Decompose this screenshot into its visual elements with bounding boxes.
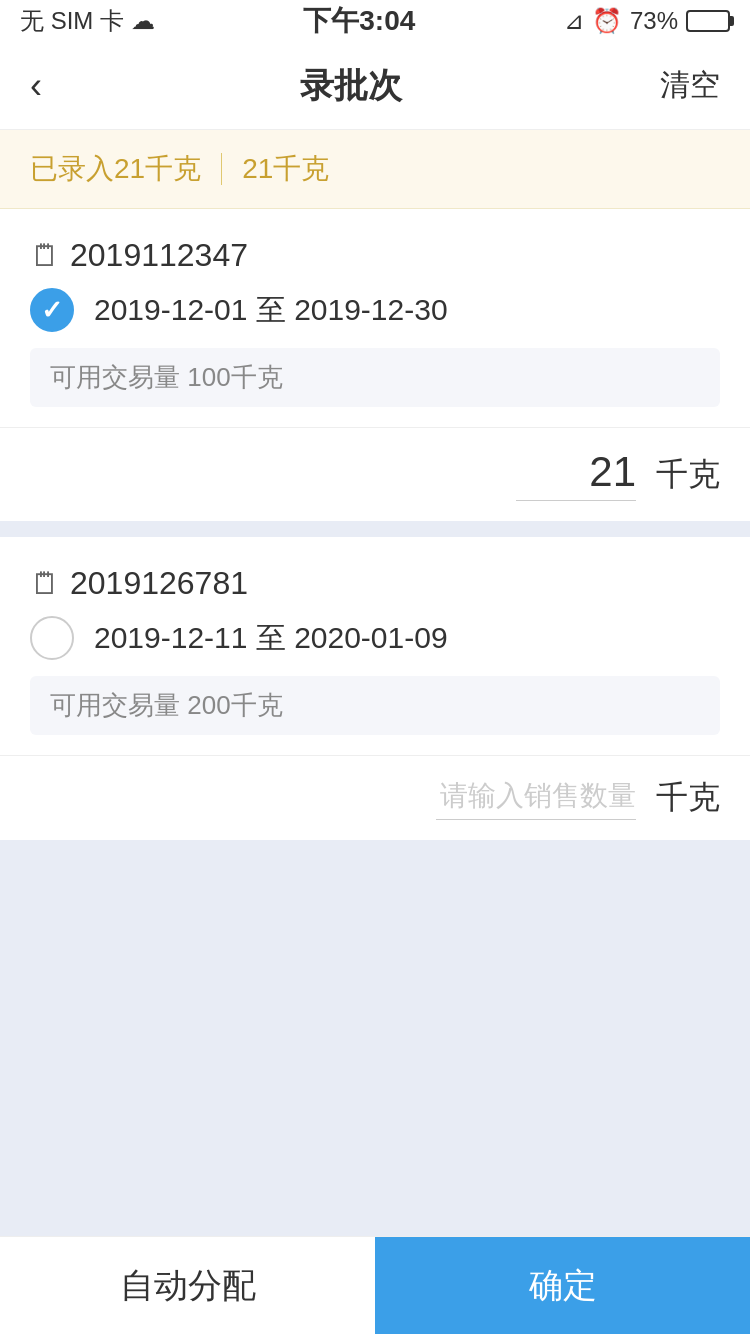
- clear-button[interactable]: 清空: [660, 65, 720, 106]
- status-time: 下午3:04: [303, 2, 415, 40]
- summary-label: 已录入21千克: [30, 150, 201, 188]
- quantity-input-row-2: 请输入销售数量 千克: [0, 755, 750, 840]
- sim-label: 无 SIM 卡 ☁: [20, 5, 155, 37]
- page-title: 录批次: [300, 63, 402, 109]
- batch-header-2: 🗒 2019126781: [30, 565, 720, 602]
- batch-avail-row-2: 可用交易量 200千克: [30, 676, 720, 755]
- quantity-value-1: 21: [589, 448, 636, 495]
- confirm-button[interactable]: 确定: [375, 1237, 750, 1334]
- batch-card-1: 🗒 2019112347 2019-12-01 至 2019-12-30 可用交…: [0, 209, 750, 427]
- radio-button-1[interactable]: [30, 288, 74, 332]
- empty-area: [0, 840, 750, 1240]
- batch-card-2: 🗒 2019126781 2019-12-11 至 2020-01-09 可用交…: [0, 537, 750, 755]
- radio-button-2[interactable]: [30, 616, 74, 660]
- batch-id-2: 2019126781: [70, 565, 248, 602]
- auto-distribute-button[interactable]: 自动分配: [0, 1237, 375, 1334]
- batch-icon-1: 🗒: [30, 239, 60, 273]
- status-bar: 无 SIM 卡 ☁ 下午3:04 ⊿ ⏰ 73%: [0, 0, 750, 42]
- quantity-field-2[interactable]: 请输入销售数量: [436, 777, 636, 820]
- nav-bar: ‹ 录批次 清空: [0, 42, 750, 130]
- alarm-icon: ⏰: [592, 7, 622, 35]
- summary-value: 21千克: [242, 150, 329, 188]
- battery-icon: [686, 10, 730, 32]
- batch-id-1: 2019112347: [70, 237, 248, 274]
- status-right: ⊿ ⏰ 73%: [564, 7, 730, 35]
- bottom-bar: 自动分配 确定: [0, 1236, 750, 1334]
- status-left: 无 SIM 卡 ☁: [20, 5, 155, 37]
- batch-avail-1: 可用交易量 100千克: [30, 348, 720, 407]
- batch-icon-2: 🗒: [30, 567, 60, 601]
- summary-bar: 已录入21千克 21千克: [0, 130, 750, 209]
- batch-row-2: 2019-12-11 至 2020-01-09: [30, 616, 720, 660]
- batch-header-1: 🗒 2019112347: [30, 237, 720, 274]
- batch-row-1: 2019-12-01 至 2019-12-30: [30, 288, 720, 332]
- content-area: 🗒 2019112347 2019-12-01 至 2019-12-30 可用交…: [0, 209, 750, 1334]
- quantity-row-1: 21 千克: [0, 427, 750, 521]
- batch-avail-2: 可用交易量 200千克: [30, 676, 720, 735]
- batch-avail-row-1: 可用交易量 100千克: [30, 348, 720, 427]
- quantity-unit-1: 千克: [656, 453, 720, 497]
- section-divider: [0, 521, 750, 537]
- batch-date-2: 2019-12-11 至 2020-01-09: [94, 618, 448, 659]
- back-button[interactable]: ‹: [30, 68, 42, 104]
- quantity-placeholder-2: 请输入销售数量: [440, 780, 636, 811]
- quantity-unit-2: 千克: [656, 776, 720, 820]
- location-icon: ⊿: [564, 7, 584, 35]
- batch-date-1: 2019-12-01 至 2019-12-30: [94, 290, 448, 331]
- battery-percent: 73%: [630, 7, 678, 35]
- quantity-input-1[interactable]: 21: [516, 448, 636, 501]
- summary-divider: [221, 153, 222, 185]
